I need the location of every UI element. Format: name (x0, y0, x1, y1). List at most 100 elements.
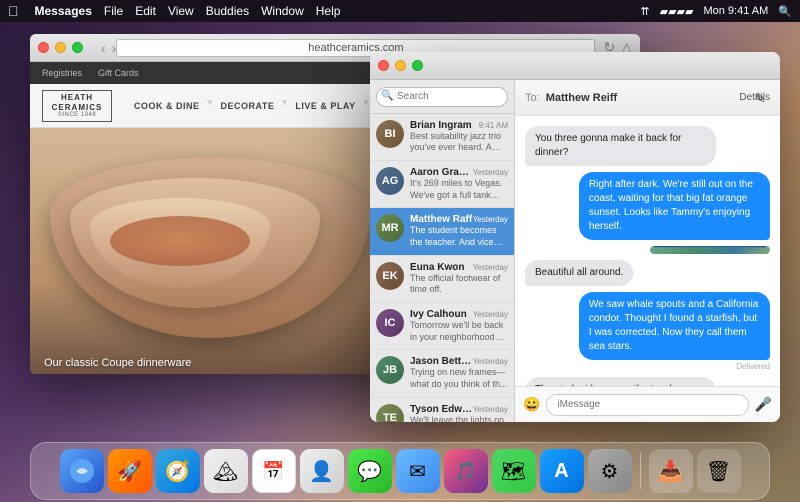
site-logo[interactable]: HEATH CERAMICS SINCE 1948 (42, 90, 112, 122)
menubar:  Messages File Edit View Buddies Window… (0, 0, 800, 22)
conv-preview-tyson: We'll leave the lights on for you. (410, 415, 508, 422)
apple-menu[interactable]:  (8, 3, 19, 19)
nav-decorate[interactable]: DECORATE (215, 97, 281, 115)
conv-name-jason: Jason Bettin... (410, 356, 473, 367)
chat-input[interactable] (546, 394, 748, 416)
logo-heath: HEATH (61, 93, 93, 103)
minimize-button[interactable] (55, 42, 66, 53)
conv-time-aaron: Yesterday (473, 168, 508, 177)
hero-caption: Our classic Coupe dinnerware (44, 357, 191, 369)
browser-nav: ‹ › (101, 40, 116, 56)
conv-preview-brian: Best suitability jazz trio you've ever h… (410, 131, 508, 154)
dock-mail[interactable]: ✉ (396, 449, 440, 493)
microphone-button[interactable]: 🎤 (755, 396, 772, 413)
menubar-battery: ▰▰▰▰ (660, 5, 694, 18)
menubar-right: ⇈ ▰▰▰▰ Mon 9:41 AM 🔍 (640, 5, 792, 18)
conv-name-tyson: Tyson Edwar... (410, 404, 473, 415)
dock-music[interactable]: 🎵 (444, 449, 488, 493)
dock-launchpad[interactable]: 🚀 (108, 449, 152, 493)
conv-time-ivy: Yesterday (473, 310, 508, 319)
emoji-button[interactable]: 😀 (523, 396, 540, 413)
conv-time-brian: 9:41 AM (479, 121, 508, 130)
menu-view[interactable]: View (168, 4, 194, 18)
site-topbar-gift[interactable]: Gift Cards (98, 68, 139, 78)
menu-help[interactable]: Help (316, 4, 341, 18)
chat-image-msg (650, 246, 770, 254)
conv-item-matthew[interactable]: MR Matthew Raff Yesterday The student be… (370, 208, 514, 255)
close-button[interactable] (38, 42, 49, 53)
conv-info-euna: Euna Kwon Yesterday The official footwea… (410, 262, 508, 296)
conv-name-row-matthew: Matthew Raff Yesterday (410, 214, 508, 225)
dock-contacts[interactable]: 👤 (300, 449, 344, 493)
conv-name-euna: Euna Kwon (410, 262, 464, 273)
conv-item-jason[interactable]: JB Jason Bettin... Yesterday Trying on n… (370, 350, 514, 397)
conv-item-ivy[interactable]: IC Ivy Calhoun Yesterday Tomorrow we'll … (370, 303, 514, 350)
conv-preview-euna: The official footwear of time off. (410, 273, 508, 296)
dock-messages[interactable]: 💬 (348, 449, 392, 493)
conv-search-icon: 🔍 (381, 91, 393, 102)
dock: 🚀 🧭 🏔 📅 👤 💬 ✉ 🎵 🗺 A ⚙ (30, 442, 770, 500)
conv-name-row-aaron: Aaron Grave... Yesterday (410, 167, 508, 178)
dock-system-prefs[interactable]: ⚙ (588, 449, 632, 493)
conv-info-brian: Brian Ingram 9:41 AM Best suitability ja… (410, 120, 508, 154)
dock-downloads[interactable]: 📥 (649, 449, 693, 493)
conv-name-row-euna: Euna Kwon Yesterday (410, 262, 508, 273)
messages-minimize-button[interactable] (395, 60, 406, 71)
conv-preview-aaron: It's 269 miles to Vegas. We've got a ful… (410, 178, 508, 201)
compose-button[interactable]: ✎ (754, 90, 766, 107)
conv-item-euna[interactable]: EK Euna Kwon Yesterday The official foot… (370, 256, 514, 303)
dock-maps[interactable]: 🗺 (492, 449, 536, 493)
dock-calendar[interactable]: 📅 (252, 449, 296, 493)
chat-photo (654, 246, 766, 250)
back-button[interactable]: ‹ (101, 40, 106, 56)
search-wrap: 🔍 (376, 86, 508, 107)
dock-appstore[interactable]: A (540, 449, 584, 493)
conv-item-brian[interactable]: BI Brian Ingram 9:41 AM Best suitability… (370, 114, 514, 161)
messages-close-button[interactable] (378, 60, 389, 71)
app-name: Messages (35, 4, 92, 18)
chat-messages: You three gonna make it back for dinner?… (515, 116, 780, 386)
conv-avatar-euna: EK (376, 262, 404, 290)
conv-preview-ivy: Tomorrow we'll be back in your neighborh… (410, 320, 508, 343)
conv-info-tyson: Tyson Edwar... Yesterday We'll leave the… (410, 404, 508, 422)
dock-trash[interactable]: 🗑 (697, 449, 741, 493)
conv-time-matthew: Yesterday (473, 215, 508, 224)
chat-header: To: Matthew Reiff Details (515, 80, 780, 116)
chat-msg-2: Right after dark. We're still out on the… (579, 172, 770, 240)
dock-finder[interactable] (60, 449, 104, 493)
nav-live[interactable]: LIVE & PLAY (289, 97, 361, 115)
conv-avatar-ivy: IC (376, 309, 404, 337)
menubar-search[interactable]: 🔍 (778, 5, 792, 18)
dock-photos[interactable]: 🏔 (204, 449, 248, 493)
conversation-list: 🔍 ✎ BI Brian Ingram 9:41 AM (370, 80, 515, 422)
conv-name-row-brian: Brian Ingram 9:41 AM (410, 120, 508, 131)
dock-separator (640, 453, 641, 489)
menu-edit[interactable]: Edit (135, 4, 156, 18)
chat-msg-4: We saw whale spouts and a California con… (579, 292, 770, 360)
desktop: ‹ › heathceramics.com ↻ △ Registries Gif… (0, 22, 800, 502)
maximize-button[interactable] (72, 42, 83, 53)
menu-file[interactable]: File (104, 4, 123, 18)
menu-buddies[interactable]: Buddies (206, 4, 249, 18)
conv-avatar-tyson: TE (376, 404, 404, 422)
conv-item-tyson[interactable]: TE Tyson Edwar... Yesterday We'll leave … (370, 398, 514, 422)
conv-item-aaron[interactable]: AG Aaron Grave... Yesterday It's 269 mil… (370, 161, 514, 208)
nav-cook[interactable]: COOK & DINE (128, 97, 206, 115)
conv-search-input[interactable] (376, 87, 508, 107)
menubar-left:  Messages File Edit View Buddies Window… (8, 3, 340, 19)
messages-window: 🔍 ✎ BI Brian Ingram 9:41 AM (370, 52, 780, 422)
conv-preview-jason: Trying on new frames—what do you think o… (410, 367, 508, 390)
menu-window[interactable]: Window (261, 4, 304, 18)
messages-titlebar (370, 52, 780, 80)
chat-area: To: Matthew Reiff Details You three gonn… (515, 80, 780, 422)
chat-recipient: Matthew Reiff (546, 92, 618, 104)
conv-avatar-matthew: MR (376, 214, 404, 242)
dock-safari[interactable]: 🧭 (156, 449, 200, 493)
conv-name-aaron: Aaron Grave... (410, 167, 473, 178)
site-topbar-registries[interactable]: Registries (42, 68, 82, 78)
messages-maximize-button[interactable] (412, 60, 423, 71)
conv-avatar-aaron: AG (376, 167, 404, 195)
conv-time-jason: Yesterday (473, 357, 508, 366)
conv-items: BI Brian Ingram 9:41 AM Best suitability… (370, 114, 514, 423)
conv-name-matthew: Matthew Raff (410, 214, 472, 225)
